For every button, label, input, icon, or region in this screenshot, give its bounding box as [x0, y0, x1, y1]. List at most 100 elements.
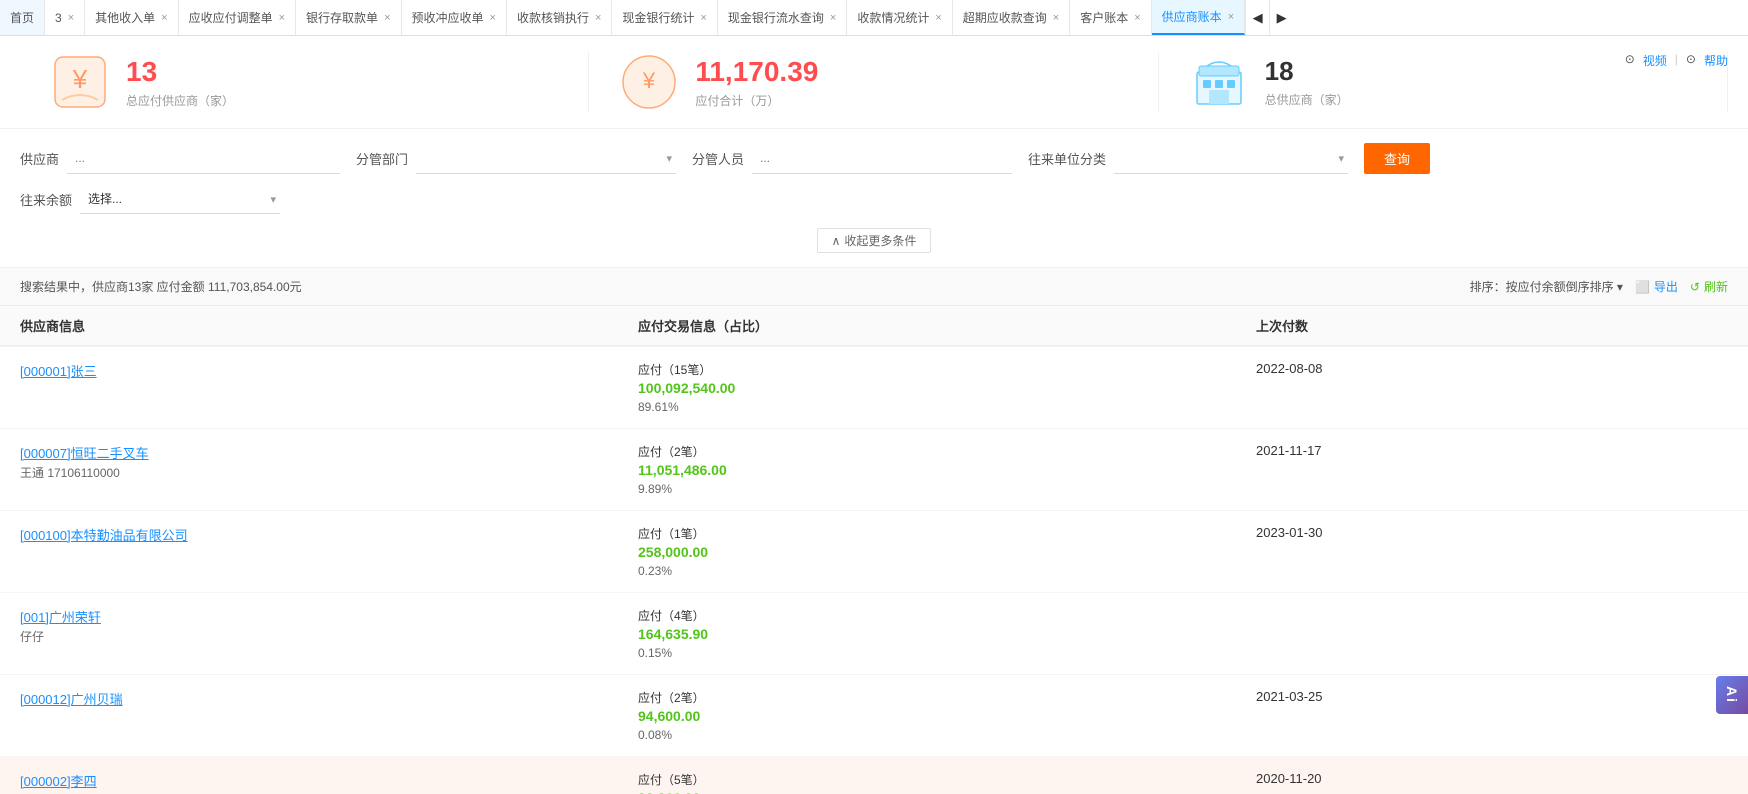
- last-pay-cell: 2022-08-08: [1256, 361, 1668, 376]
- close-icon[interactable]: ×: [830, 12, 836, 24]
- category-select-wrapper: [1114, 144, 1348, 174]
- close-icon[interactable]: ×: [595, 12, 601, 24]
- nav-tab-adjust[interactable]: 应收应付调整单 ×: [179, 0, 296, 35]
- close-icon[interactable]: ×: [1053, 12, 1059, 24]
- nav-tab-customer-ledger[interactable]: 客户账本 ×: [1070, 0, 1151, 35]
- ai-badge[interactable]: Ai: [1716, 676, 1748, 714]
- table-info-bar: 搜索结果中，供应商13家 应付金额 111,703,854.00元 排序：按应付…: [0, 268, 1748, 306]
- close-icon[interactable]: ×: [161, 12, 167, 24]
- supplier-link[interactable]: [000002]李四: [20, 771, 638, 790]
- tx-info-cell: 应付（15笔） 100,092,540.00 89.61%: [638, 361, 1256, 414]
- nav-tab-receipt-stats[interactable]: 收款情况统计 ×: [847, 0, 952, 35]
- tx-amount: 94,600.00: [638, 708, 1256, 724]
- supplier-link[interactable]: [000100]本特勤油品有限公司: [20, 525, 638, 544]
- tx-label: 应付（4笔）: [638, 607, 1256, 624]
- collapse-button[interactable]: ∧ 收起更多条件: [817, 228, 932, 253]
- table-row: [000012]广州贝瑞 应付（2笔） 94,600.00 0.08% 2021…: [0, 675, 1748, 757]
- search-field-supplier: 供应商: [20, 144, 340, 174]
- last-pay-cell: 2020-11-20: [1256, 771, 1668, 786]
- nav-tab-cashbank-flow[interactable]: 现金银行流水查询 ×: [718, 0, 847, 35]
- search-field-manager: 分管人员: [692, 144, 1012, 174]
- last-pay-cell: 2021-11-17: [1256, 443, 1668, 458]
- search-row-2: 往来余额 选择...: [20, 184, 1728, 214]
- manager-input[interactable]: [752, 144, 1012, 174]
- search-form: 供应商 分管部门 分管人员 往来单位分类: [0, 129, 1748, 268]
- supplier-info-cell: [000001]张三: [20, 361, 638, 380]
- supplier-sub-info: 仔仔: [20, 628, 638, 645]
- nav-tab-bank[interactable]: 银行存取款单 ×: [296, 0, 401, 35]
- export-icon: ⬜: [1635, 280, 1650, 294]
- nav-tab-3[interactable]: 3 ×: [45, 0, 85, 35]
- stat-content-payable: 13 总应付供应商（家）: [126, 56, 234, 109]
- supplier-sub-info: 王通 17106110000: [20, 464, 638, 481]
- tx-amount: 100,092,540.00: [638, 380, 1256, 396]
- supplier-link[interactable]: [000001]张三: [20, 361, 638, 380]
- nav-tab-advance[interactable]: 预收冲应收单 ×: [402, 0, 507, 35]
- supplier-label: 供应商: [20, 149, 59, 168]
- chevron-down-icon[interactable]: ▾: [1617, 280, 1623, 294]
- balance-select[interactable]: 选择...: [80, 184, 280, 214]
- table-row: [000007]恒旺二手叉车 王通 17106110000 应付（2笔） 11,…: [0, 429, 1748, 511]
- supplier-link[interactable]: [000012]广州贝瑞: [20, 689, 638, 708]
- col-header-lastpay: 上次付数: [1256, 316, 1668, 335]
- dept-select[interactable]: [416, 144, 676, 174]
- help-link[interactable]: 帮助: [1704, 52, 1728, 69]
- close-icon[interactable]: ×: [68, 12, 74, 24]
- supplier-link[interactable]: [000007]恒旺二手叉车: [20, 443, 638, 462]
- col-header-extra: [1668, 316, 1728, 335]
- stat-number-total-sup: 18: [1265, 56, 1349, 87]
- refresh-icon: ↺: [1690, 280, 1700, 294]
- tx-label: 应付（5笔）: [638, 771, 1256, 788]
- search-field-balance: 往来余额 选择...: [20, 184, 280, 214]
- video-link[interactable]: 视频: [1643, 52, 1667, 69]
- nav-left-arrow[interactable]: ◀: [1245, 0, 1269, 36]
- close-icon[interactable]: ×: [1134, 12, 1140, 24]
- manager-label: 分管人员: [692, 149, 744, 168]
- stat-number-total-pay: 11,170.39: [695, 56, 818, 88]
- stat-label-payable: 总应付供应商（家）: [126, 92, 234, 109]
- category-select[interactable]: [1114, 144, 1348, 174]
- tx-label: 应付（1笔）: [638, 525, 1256, 542]
- table-row: [000002]李四 应付（5笔） 32,366.00 0.03% 2020-1…: [0, 757, 1748, 794]
- stat-block-total-payable: ¥ 11,170.39 应付合计（万）: [589, 52, 1158, 112]
- close-icon[interactable]: ×: [384, 12, 390, 24]
- nav-tab-overdue[interactable]: 超期应收款查询 ×: [953, 0, 1070, 35]
- col-header-supplier: 供应商信息: [20, 316, 638, 335]
- close-icon[interactable]: ×: [700, 12, 706, 24]
- supplier-link[interactable]: [001]广州荣轩: [20, 607, 638, 626]
- table-header: 供应商信息 应付交易信息（占比） 上次付数: [0, 306, 1748, 347]
- close-icon[interactable]: ×: [1228, 11, 1234, 23]
- last-pay-cell: 2023-01-30: [1256, 525, 1668, 540]
- tx-info-cell: 应付（2笔） 94,600.00 0.08%: [638, 689, 1256, 742]
- stat-label-total-pay: 应付合计（万）: [695, 92, 818, 109]
- query-button[interactable]: 查询: [1364, 143, 1430, 174]
- close-icon[interactable]: ×: [490, 12, 496, 24]
- tx-info-cell: 应付（5笔） 32,366.00 0.03%: [638, 771, 1256, 794]
- table-summary-text: 搜索结果中，供应商13家 应付金额 111,703,854.00元: [20, 278, 302, 295]
- table-row: [000100]本特勤油品有限公司 应付（1笔） 258,000.00 0.23…: [0, 511, 1748, 593]
- nav-right-arrow[interactable]: ▶: [1269, 0, 1293, 36]
- sort-label: 排序：按应付余额倒序排序 ▾: [1470, 278, 1623, 295]
- tx-amount: 11,051,486.00: [638, 462, 1256, 478]
- tx-label: 应付（2笔）: [638, 443, 1256, 460]
- col-header-tx: 应付交易信息（占比）: [638, 316, 1256, 335]
- search-field-category: 往来单位分类: [1028, 144, 1348, 174]
- nav-tab-home[interactable]: 首页: [0, 0, 45, 35]
- tx-info-cell: 应付（2笔） 11,051,486.00 9.89%: [638, 443, 1256, 496]
- tx-amount: 258,000.00: [638, 544, 1256, 560]
- close-icon[interactable]: ×: [279, 12, 285, 24]
- refresh-link[interactable]: ↺ 刷新: [1690, 278, 1728, 295]
- nav-tab-supplier-ledger[interactable]: 供应商账本 ×: [1152, 0, 1245, 35]
- export-link[interactable]: ⬜ 导出: [1635, 278, 1678, 295]
- tx-label: 应付（15笔）: [638, 361, 1256, 378]
- tx-pct: 0.08%: [638, 728, 1256, 742]
- tx-info-cell: 应付（4笔） 164,635.90 0.15%: [638, 607, 1256, 660]
- dept-select-wrapper: [416, 144, 676, 174]
- nav-tab-other-income[interactable]: 其他收入单 ×: [85, 0, 178, 35]
- close-icon[interactable]: ×: [935, 12, 941, 24]
- stat-number-payable: 13: [126, 56, 234, 88]
- nav-tab-cashbank-stats[interactable]: 现金银行统计 ×: [612, 0, 717, 35]
- stats-banner: ¥ 13 总应付供应商（家） ¥ 11,170.39 应付合计（万）: [0, 36, 1748, 129]
- supplier-input[interactable]: [67, 144, 340, 174]
- nav-tab-collection[interactable]: 收款核销执行 ×: [507, 0, 612, 35]
